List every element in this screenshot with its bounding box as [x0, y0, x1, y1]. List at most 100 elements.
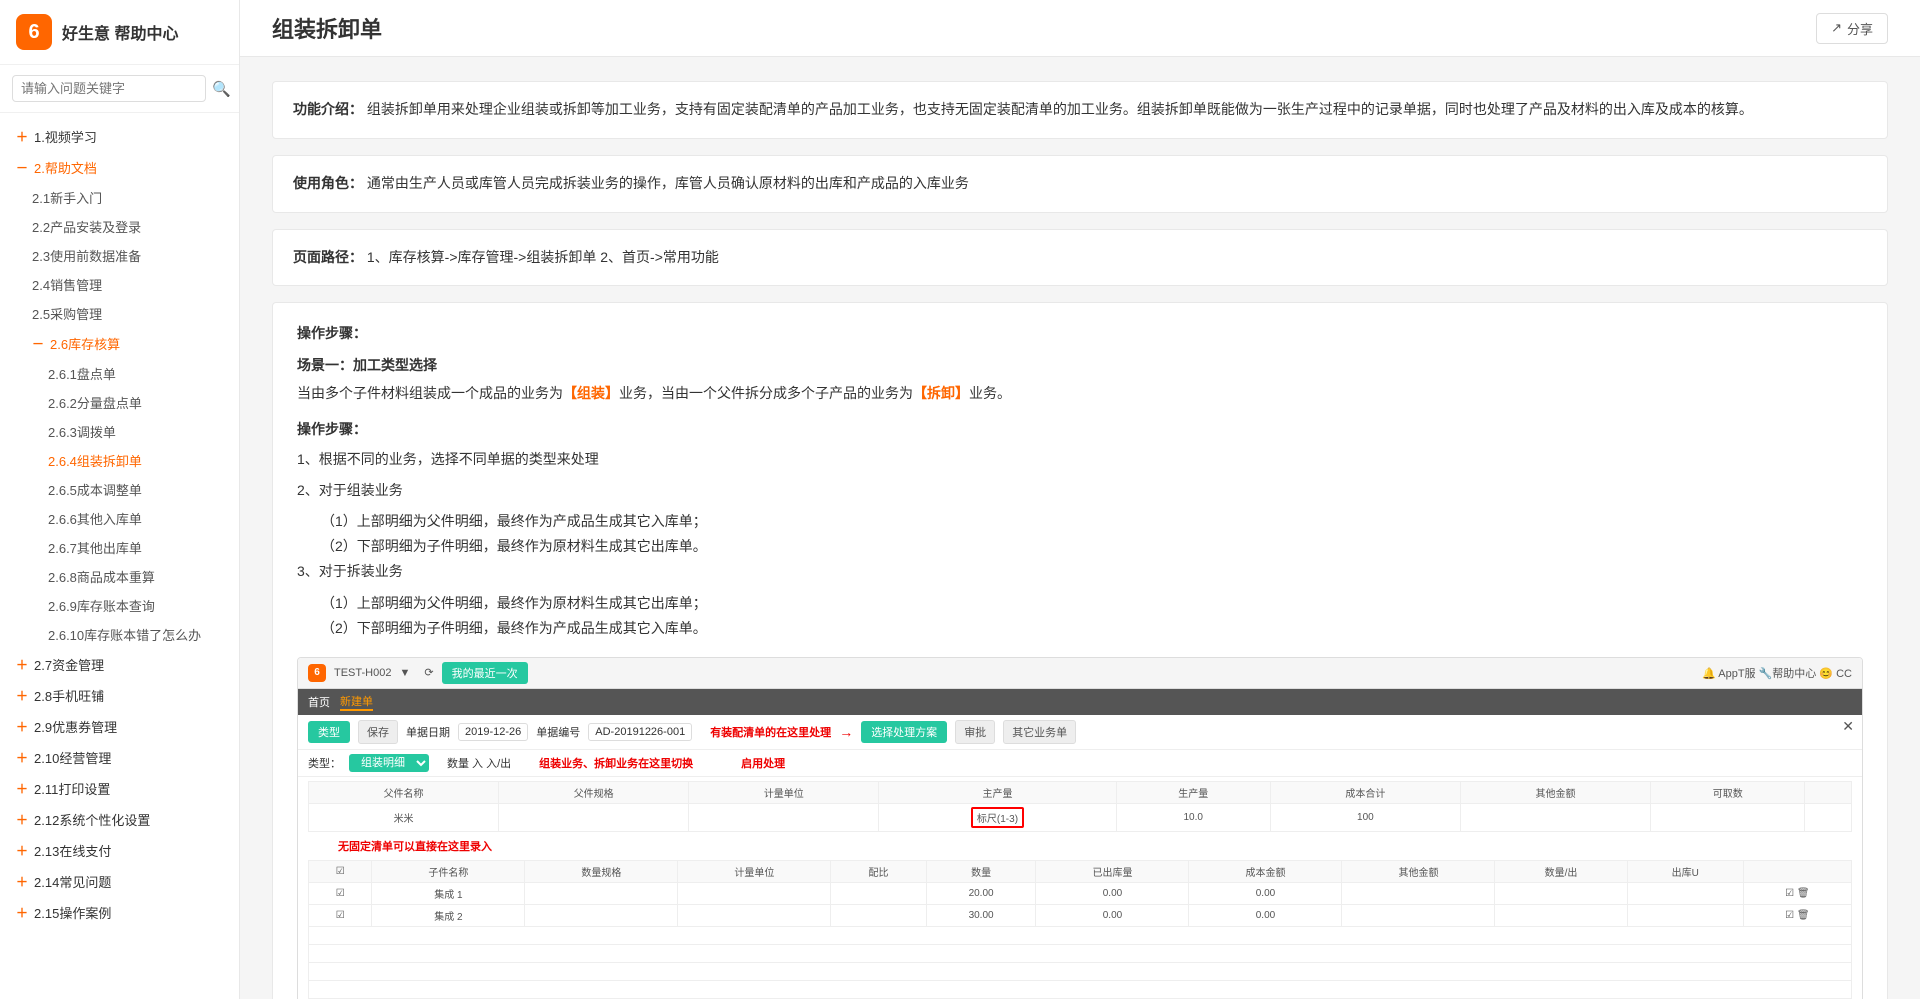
lower-cell-2-7: 0.00: [1189, 904, 1342, 926]
sidebar-item-2-9-label: 2.9优惠券管理: [34, 717, 117, 736]
sidebar-item-2-6[interactable]: － 2.6库存核算: [0, 328, 239, 359]
app-process-btn[interactable]: 选择处理方案: [861, 721, 947, 743]
lower-th-11: [1743, 860, 1851, 882]
step-3: 3、对于拆装业务: [297, 559, 1863, 584]
sidebar-search: 🔍: [0, 65, 239, 113]
sidebar-item-2-4[interactable]: 2.4销售管理: [0, 270, 239, 299]
sidebar-item-2-15[interactable]: ＋ 2.15操作案例: [0, 897, 239, 928]
sidebar-item-2-7[interactable]: ＋ 2.7资金管理: [0, 649, 239, 680]
highlight-assemble: 【组装】: [563, 385, 619, 401]
step-1: 1、根据不同的业务，选择不同单据的类型来处理: [297, 447, 1863, 472]
expand-icon-2-13: ＋: [16, 842, 28, 859]
upper-th-4: 生产量: [1116, 781, 1270, 803]
app-docno-field[interactable]: AD-20191226-001: [588, 723, 692, 741]
annotation-2: 组装业务、拆卸业务在这里切换: [539, 755, 693, 771]
app-close-icon[interactable]: ✕: [1842, 718, 1854, 735]
annotation-4: 无固定清单可以直接在这里录入: [298, 836, 1862, 856]
lower-th-1: 子件名称: [372, 860, 525, 882]
sidebar-item-2-11[interactable]: ＋ 2.11打印设置: [0, 773, 239, 804]
app-quantity-label: 数量 入 入/出: [447, 755, 511, 771]
app-company: TEST-H002: [334, 667, 391, 679]
lower-cell-2-3: [678, 904, 831, 926]
lower-cell-1-8: [1342, 882, 1495, 904]
sidebar-item-2-6-10[interactable]: 2.6.10库存账本错了怎么办: [0, 620, 239, 649]
upper-th-1: 父件规格: [499, 781, 689, 803]
lower-th-9: 数量/出: [1495, 860, 1627, 882]
search-icon[interactable]: 🔍: [212, 80, 231, 98]
app-form-bar: ✕ 类型 保存 单据日期 2019-12-26 单据编号 AD-20191226…: [298, 715, 1862, 777]
lower-cell-1-11: ☑ 🗑: [1743, 882, 1851, 904]
app-other-btn[interactable]: 其它业务单: [1003, 720, 1076, 744]
app-approve-btn[interactable]: 审批: [955, 720, 995, 744]
upper-cell-0-8: [1805, 803, 1852, 831]
lower-th-8: 其他金额: [1342, 860, 1495, 882]
lower-th-10: 出库U: [1627, 860, 1743, 882]
sidebar-item-2-12[interactable]: ＋ 2.12系统个性化设置: [0, 804, 239, 835]
intro-block-2: 使用角色： 通常由生产人员或库管人员完成拆装业务的操作，库管人员确认原材料的出库…: [272, 155, 1888, 213]
sidebar-item-2-7-label: 2.7资金管理: [34, 655, 104, 674]
intro-text-1: 组装拆卸单用来处理企业组装或拆卸等加工业务，支持有固定装配清单的产品加工业务，也…: [367, 101, 1753, 117]
upper-cell-0-7: [1651, 803, 1805, 831]
sidebar-item-2-5[interactable]: 2.5采购管理: [0, 299, 239, 328]
app-type-btn[interactable]: 类型: [308, 721, 350, 743]
step-2: 2、对于组装业务: [297, 478, 1863, 503]
lower-th-7: 成本金额: [1189, 860, 1342, 882]
app-type-select[interactable]: 组装明细 拆卸明细: [349, 754, 429, 772]
step-2-1: （1）上部明细为父件明细，最终作为产成品生成其它入库单；: [321, 509, 1863, 534]
lower-cell-2-2: [525, 904, 678, 926]
lower-th-0: ☑: [309, 860, 372, 882]
expand-icon-2-8: ＋: [16, 687, 28, 704]
app-nav-home[interactable]: 首页: [308, 694, 330, 710]
lower-row-6: [309, 980, 1852, 998]
intro-text-3: 1、库存核算->库存管理->组装拆卸单 2、首页->常用功能: [367, 249, 719, 265]
sidebar-item-2-13[interactable]: ＋ 2.13在线支付: [0, 835, 239, 866]
sidebar-item-2-6-5[interactable]: 2.6.5成本调整单: [0, 475, 239, 504]
sidebar-item-2-6-7[interactable]: 2.6.7其他出库单: [0, 533, 239, 562]
sidebar-item-2-6-2[interactable]: 2.6.2分量盘点单: [0, 388, 239, 417]
app-save-btn[interactable]: 保存: [358, 720, 398, 744]
app-type-label: 类型：: [308, 755, 341, 771]
lower-cell-2-1: 集成 2: [372, 904, 525, 926]
upper-th-5: 成本合计: [1270, 781, 1460, 803]
upper-th-7: 可取数: [1651, 781, 1805, 803]
lower-row-2: ☑ 集成 2 30.00 0.00 0.00: [309, 904, 1852, 926]
sidebar-item-2[interactable]: － 2.帮助文档: [0, 152, 239, 183]
sidebar-item-2-6-4[interactable]: 2.6.4组装拆卸单: [0, 446, 239, 475]
sidebar-item-2-13-label: 2.13在线支付: [34, 841, 111, 860]
upper-th-3: 主产量: [879, 781, 1116, 803]
sidebar-item-2-label: 2.帮助文档: [34, 158, 97, 177]
upper-cell-0-2: [689, 803, 879, 831]
sidebar-item-2-14[interactable]: ＋ 2.14常见问题: [0, 866, 239, 897]
app-date-field[interactable]: 2019-12-26: [458, 723, 528, 741]
sidebar-item-2-6-9[interactable]: 2.6.9库存账本查询: [0, 591, 239, 620]
lower-cell-2-5: 30.00: [926, 904, 1036, 926]
sidebar-item-1[interactable]: ＋ 1.视频学习: [0, 121, 239, 152]
sidebar-item-2-11-label: 2.11打印设置: [34, 779, 110, 798]
sidebar-item-2-6-1[interactable]: 2.6.1盘点单: [0, 359, 239, 388]
expand-icon-2-12: ＋: [16, 811, 28, 828]
share-button[interactable]: ↗ 分享: [1816, 13, 1888, 44]
sidebar-item-2-3[interactable]: 2.3使用前数据准备: [0, 241, 239, 270]
upper-row-0: 米米 标尺(1-3) 10.0 100: [309, 803, 1852, 831]
sidebar: 6 好生意 帮助中心 🔍 ＋ 1.视频学习 － 2.帮助文档 2.1新手入门 2…: [0, 0, 240, 999]
app-new-btn[interactable]: 我的最近一次: [442, 662, 528, 684]
expand-icon-1: ＋: [16, 128, 28, 145]
lower-cell-1-1: 集成 1: [372, 882, 525, 904]
sidebar-item-2-2[interactable]: 2.2产品安装及登录: [0, 212, 239, 241]
upper-th-8: [1805, 781, 1852, 803]
lower-row-4: [309, 944, 1852, 962]
lower-cell-1-7: 0.00: [1189, 882, 1342, 904]
sidebar-item-2-6-6[interactable]: 2.6.6其他入库单: [0, 504, 239, 533]
search-input[interactable]: [12, 75, 206, 102]
sidebar-item-2-9[interactable]: ＋ 2.9优惠券管理: [0, 711, 239, 742]
sidebar-item-2-6-8[interactable]: 2.6.8商品成本重算: [0, 562, 239, 591]
sidebar-item-2-8[interactable]: ＋ 2.8手机旺铺: [0, 680, 239, 711]
app-nav-new[interactable]: 新建单: [340, 693, 373, 711]
lower-row-1: ☑ 集成 1 20.00 0.00 0.00: [309, 882, 1852, 904]
expand-icon-2-7: ＋: [16, 656, 28, 673]
sidebar-item-2-6-3[interactable]: 2.6.3调拨单: [0, 417, 239, 446]
sidebar-item-2-1[interactable]: 2.1新手入门: [0, 183, 239, 212]
upper-table: 父件名称 父件规格 计量单位 主产量 生产量 成本合计 其他金额 可取数: [308, 781, 1852, 832]
sidebar-item-2-10[interactable]: ＋ 2.10经营管理: [0, 742, 239, 773]
main: 组装拆卸单 ↗ 分享 功能介绍： 组装拆卸单用来处理企业组装或拆卸等加工业务，支…: [240, 0, 1920, 999]
